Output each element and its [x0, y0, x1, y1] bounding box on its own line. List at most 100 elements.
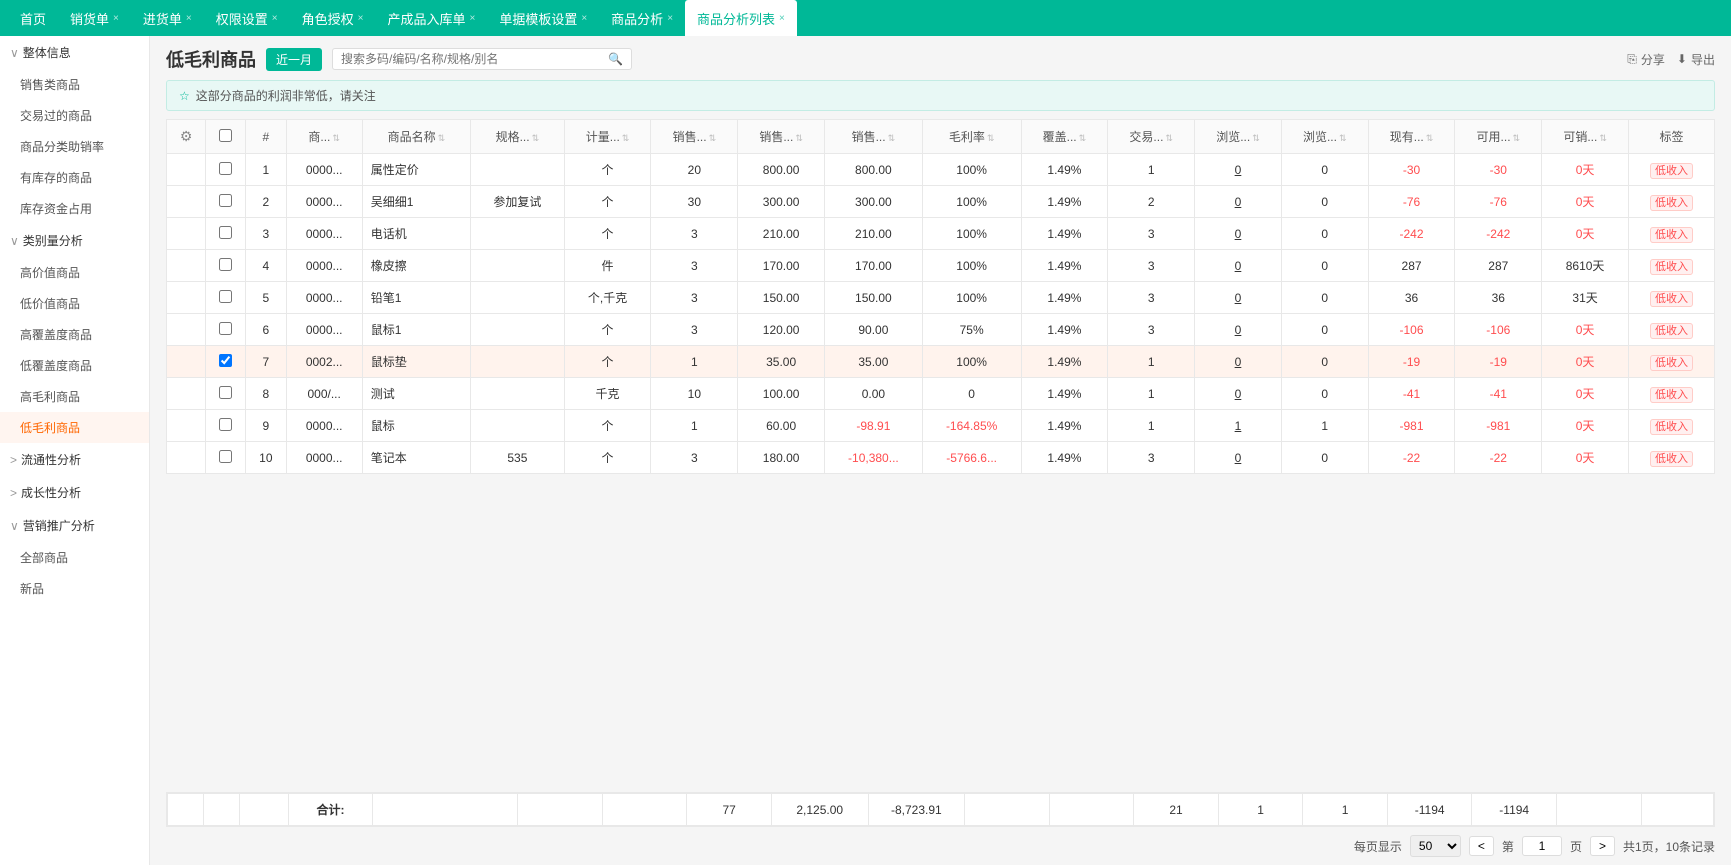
select-all-checkbox[interactable] [219, 129, 232, 142]
row-browse1[interactable]: 0 [1195, 346, 1282, 378]
row-browse1[interactable]: 1 [1195, 410, 1282, 442]
sidebar-item-stocked-products[interactable]: 有库存的商品 [0, 162, 149, 193]
nav-close-sales-order[interactable]: × [113, 13, 119, 24]
col-settings[interactable]: ⚙ [167, 120, 206, 154]
sidebar-item-low-coverage[interactable]: 低覆盖度商品 [0, 350, 149, 381]
row-name[interactable]: 测试 [362, 378, 470, 410]
sidebar-group-category-analysis[interactable]: ∨ 类别量分析 [0, 224, 149, 257]
row-browse1[interactable]: 0 [1195, 442, 1282, 474]
row-checkbox[interactable] [206, 186, 246, 218]
row-checkbox[interactable] [206, 314, 246, 346]
sidebar-group-growth[interactable]: > 成长性分析 [0, 476, 149, 509]
nav-template-settings[interactable]: 单据模板设置 × [487, 0, 599, 36]
sidebar-item-new-products[interactable]: 新品 [0, 573, 149, 604]
nav-close-product-inbound[interactable]: × [469, 13, 475, 24]
row-checkbox-input[interactable] [219, 450, 232, 463]
nav-close-role-auth[interactable]: × [358, 13, 364, 24]
row-name[interactable]: 鼠标 [362, 410, 470, 442]
row-checkbox-input[interactable] [219, 290, 232, 303]
gear-icon[interactable]: ⚙ [180, 128, 193, 144]
sidebar-item-high-value[interactable]: 高价值商品 [0, 257, 149, 288]
col-coverage[interactable]: 覆盖...⇅ [1021, 120, 1108, 154]
row-checkbox-input[interactable] [219, 226, 232, 239]
sidebar-item-low-value[interactable]: 低价值商品 [0, 288, 149, 319]
page-size-select[interactable]: 50 100 200 [1410, 835, 1461, 857]
row-name[interactable]: 吴细细1 [362, 186, 470, 218]
sidebar-item-inventory-capital[interactable]: 库存资金占用 [0, 193, 149, 224]
nav-close-product-analysis[interactable]: × [667, 13, 673, 24]
nav-home[interactable]: 首页 [8, 0, 58, 36]
row-checkbox-input[interactable] [219, 418, 232, 431]
row-checkbox[interactable] [206, 378, 246, 410]
sidebar-item-high-profit[interactable]: 高毛利商品 [0, 381, 149, 412]
nav-sales-order[interactable]: 销货单 × [58, 0, 131, 36]
col-code[interactable]: 商...⇅ [286, 120, 362, 154]
row-name[interactable]: 鼠标垫 [362, 346, 470, 378]
row-checkbox[interactable] [206, 346, 246, 378]
col-trade[interactable]: 交易...⇅ [1108, 120, 1195, 154]
row-name[interactable]: 电话机 [362, 218, 470, 250]
sidebar-item-low-profit[interactable]: 低毛利商品 [0, 412, 149, 443]
col-current-stock[interactable]: 现有...⇅ [1368, 120, 1455, 154]
sidebar-item-traded-products[interactable]: 交易过的商品 [0, 100, 149, 131]
export-button[interactable]: ⬇ 导出 [1677, 51, 1715, 68]
col-unit[interactable]: 计量...⇅ [564, 120, 651, 154]
prev-page-button[interactable]: < [1469, 836, 1494, 856]
row-name[interactable]: 铅笔1 [362, 282, 470, 314]
col-gross-rate[interactable]: 毛利率⇅ [922, 120, 1021, 154]
col-checkbox[interactable] [206, 120, 246, 154]
row-name[interactable]: 属性定价 [362, 154, 470, 186]
col-browse1[interactable]: 浏览...⇅ [1195, 120, 1282, 154]
nav-product-inbound[interactable]: 产成品入库单 × [375, 0, 487, 36]
nav-product-analysis[interactable]: 商品分析 × [599, 0, 685, 36]
sidebar-group-overall[interactable]: ∨ 整体信息 [0, 36, 149, 69]
sidebar-item-high-coverage[interactable]: 高覆盖度商品 [0, 319, 149, 350]
next-page-button[interactable]: > [1590, 836, 1615, 856]
page-input[interactable] [1522, 836, 1562, 856]
col-spec[interactable]: 规格...⇅ [471, 120, 565, 154]
search-icon[interactable]: 🔍 [608, 52, 623, 66]
row-checkbox[interactable] [206, 282, 246, 314]
nav-product-analysis-list[interactable]: 商品分析列表 × [685, 0, 797, 36]
row-browse1[interactable]: 0 [1195, 314, 1282, 346]
nav-permission[interactable]: 权限设置 × [204, 0, 290, 36]
nav-close-product-analysis-list[interactable]: × [779, 13, 785, 24]
row-browse1[interactable]: 0 [1195, 186, 1282, 218]
row-browse1[interactable]: 0 [1195, 282, 1282, 314]
col-available[interactable]: 可用...⇅ [1455, 120, 1542, 154]
row-checkbox[interactable] [206, 250, 246, 282]
row-checkbox-input[interactable] [219, 354, 232, 367]
row-checkbox[interactable] [206, 154, 246, 186]
nav-close-permission[interactable]: × [272, 13, 278, 24]
row-browse1[interactable]: 0 [1195, 218, 1282, 250]
row-browse1[interactable]: 0 [1195, 250, 1282, 282]
col-sales-profit[interactable]: 销售...⇅ [825, 120, 923, 154]
row-name[interactable]: 笔记本 [362, 442, 470, 474]
share-button[interactable]: ⎘ 分享 [1627, 51, 1665, 68]
nav-close-template-settings[interactable]: × [581, 13, 587, 24]
sidebar-item-sales-products[interactable]: 销售类商品 [0, 69, 149, 100]
col-sellable[interactable]: 可销...⇅ [1542, 120, 1629, 154]
sidebar-item-all-products[interactable]: 全部商品 [0, 542, 149, 573]
nav-purchase-order[interactable]: 进货单 × [131, 0, 204, 36]
row-name[interactable]: 橡皮擦 [362, 250, 470, 282]
row-name[interactable]: 鼠标1 [362, 314, 470, 346]
col-sales-price[interactable]: 销售...⇅ [738, 120, 825, 154]
col-browse2[interactable]: 浏览...⇅ [1281, 120, 1368, 154]
sidebar-group-marketing[interactable]: ∨ 营销推广分析 [0, 509, 149, 542]
search-input[interactable] [341, 52, 604, 66]
row-checkbox-input[interactable] [219, 322, 232, 335]
col-sales-qty[interactable]: 销售...⇅ [651, 120, 738, 154]
col-name[interactable]: 商品名称⇅ [362, 120, 470, 154]
row-browse1[interactable]: 0 [1195, 154, 1282, 186]
row-checkbox[interactable] [206, 410, 246, 442]
row-checkbox[interactable] [206, 218, 246, 250]
row-checkbox[interactable] [206, 442, 246, 474]
row-checkbox-input[interactable] [219, 386, 232, 399]
row-checkbox-input[interactable] [219, 194, 232, 207]
sidebar-item-category-sales-rate[interactable]: 商品分类助销率 [0, 131, 149, 162]
nav-role-auth[interactable]: 角色授权 × [290, 0, 376, 36]
nav-close-purchase-order[interactable]: × [186, 13, 192, 24]
sidebar-group-circulation[interactable]: > 流通性分析 [0, 443, 149, 476]
row-checkbox-input[interactable] [219, 258, 232, 271]
